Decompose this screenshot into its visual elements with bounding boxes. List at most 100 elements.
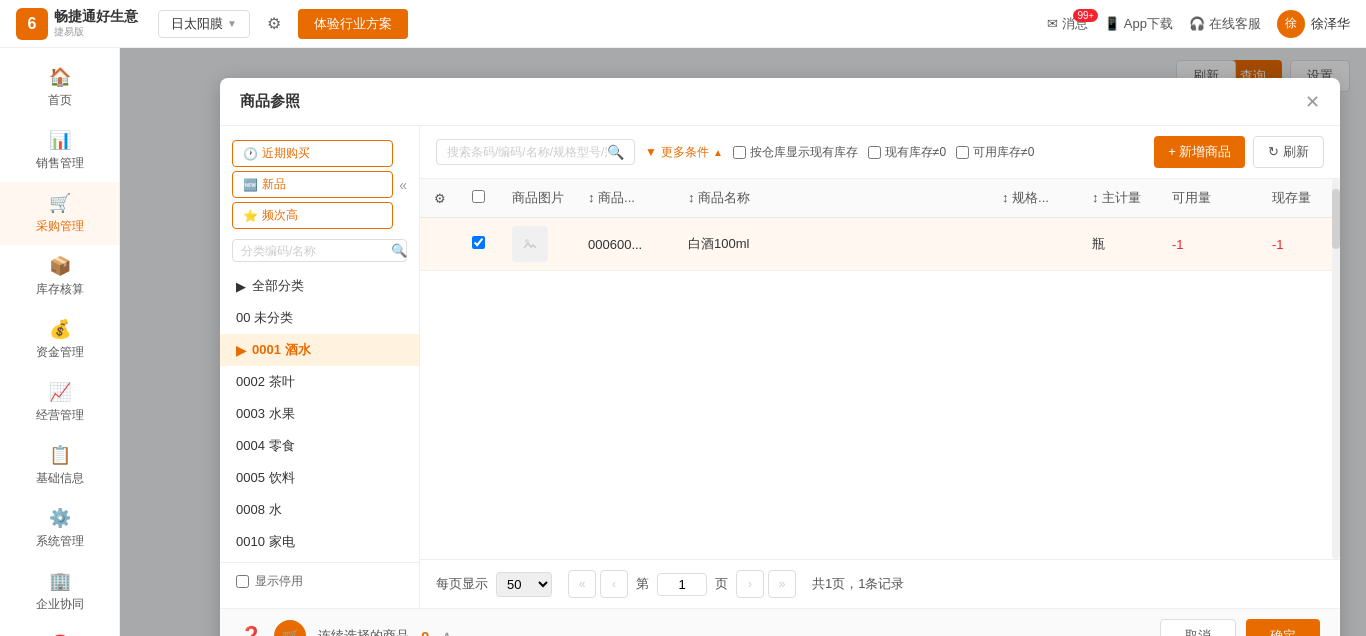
recent-purchase-label: 近期购买	[262, 145, 310, 162]
warehouse-filter-label: 按仓库显示现有库存	[750, 144, 858, 161]
tree-item-0005[interactable]: 0005 饮料	[220, 462, 419, 494]
row-checkbox[interactable]	[472, 236, 485, 249]
show-disabled-checkbox[interactable]	[236, 575, 249, 588]
recent-purchase-btn[interactable]: 🕐 近期购买	[232, 140, 393, 167]
tree-label-0001: 0001 酒水	[252, 341, 311, 359]
sidebar-item-enterprise[interactable]: 🏢 企业协同	[0, 560, 119, 623]
first-page-btn[interactable]: «	[568, 570, 596, 598]
star-icon: ⭐	[243, 209, 258, 223]
filter-chevron-icon: ▲	[713, 147, 723, 158]
next-page-btn[interactable]: ›	[736, 570, 764, 598]
message-icon: ✉	[1047, 16, 1058, 31]
available-filter-item[interactable]: 现有库存≠0	[868, 144, 946, 161]
table-row[interactable]: 000600... 白酒100ml 瓶 -1 -1	[420, 218, 1340, 271]
table-scrollbar[interactable]	[1332, 179, 1340, 559]
tree-label-0008: 0008 水	[236, 501, 282, 519]
online-service-label: 在线客服	[1209, 15, 1261, 33]
page-label-text: 第	[636, 575, 649, 593]
col-unit-header[interactable]: ↕ 主计量	[1080, 179, 1160, 218]
category-search-box[interactable]: 🔍	[232, 239, 407, 262]
row-checkbox-cell[interactable]	[460, 218, 500, 271]
tree-item-0010[interactable]: 0010 家电	[220, 526, 419, 558]
sidebar-item-inventory[interactable]: 📦 库存核算	[0, 245, 119, 308]
page-number-input[interactable]	[657, 573, 707, 596]
page-navigation: « ‹ 第 页 › »	[568, 570, 796, 598]
add-product-btn[interactable]: + 新增商品	[1154, 136, 1245, 168]
last-page-btn[interactable]: »	[768, 570, 796, 598]
footer-left: ❓ 🛒 连续选择的商品 0 ∧	[240, 620, 453, 636]
scrollbar-thumb	[1332, 189, 1340, 249]
filter-icon: ▼	[645, 145, 657, 159]
col-stock-header: 现存量	[1260, 179, 1340, 218]
new-product-btn[interactable]: 🆕 新品	[232, 171, 393, 198]
app-name: 畅捷通好生意	[54, 8, 138, 25]
footer-collapse-icon[interactable]: ∧	[441, 627, 453, 637]
sidebar-item-finance[interactable]: 💰 资金管理	[0, 308, 119, 371]
warehouse-filter-item[interactable]: 按仓库显示现有库存	[733, 144, 858, 161]
product-search-box[interactable]: 🔍	[436, 139, 635, 165]
col-settings[interactable]: ⚙	[420, 179, 460, 218]
sidebar-item-home[interactable]: 🏠 首页	[0, 56, 119, 119]
sidebar: 🏠 首页 📊 销售管理 🛒 采购管理 📦 库存核算 💰 资金管理 📈 经营管理 …	[0, 48, 120, 636]
col-spec-label: ↕ 规格...	[1002, 190, 1049, 205]
trial-button[interactable]: 体验行业方案	[298, 9, 408, 39]
topbar: 6 畅捷通好生意 捷易版 日太阳膜 ▼ ⚙ 体验行业方案 ✉ 消息 99+ 📱 …	[0, 0, 1366, 48]
select-all-checkbox[interactable]	[472, 190, 485, 203]
sidebar-item-purchase[interactable]: 🛒 采购管理	[0, 182, 119, 245]
toolbar-right-actions: + 新增商品 ↻ 刷新	[1154, 136, 1324, 168]
per-page-select[interactable]: 50 10 20 100	[496, 572, 552, 597]
show-disabled-label[interactable]: 显示停用	[255, 573, 303, 590]
sidebar-item-sales[interactable]: 📊 销售管理	[0, 119, 119, 182]
tree-item-all[interactable]: ▶ 全部分类	[220, 270, 419, 302]
available-filter-checkbox[interactable]	[868, 146, 881, 159]
col-spec-header[interactable]: ↕ 规格...	[990, 179, 1080, 218]
sidebar-item-guide[interactable]: 🎯 新手引导	[0, 623, 119, 636]
product-search-input[interactable]	[447, 145, 607, 159]
store-selector[interactable]: 日太阳膜 ▼	[158, 10, 250, 38]
refresh-btn[interactable]: ↻ 刷新	[1253, 136, 1324, 168]
sidebar-item-system[interactable]: ⚙️ 系统管理	[0, 497, 119, 560]
cart-button[interactable]: 🛒	[274, 620, 306, 636]
tree-item-0001[interactable]: ▶ 0001 酒水	[220, 334, 419, 366]
confirm-button[interactable]: 确定	[1246, 619, 1320, 636]
messages-btn[interactable]: ✉ 消息 99+	[1047, 15, 1088, 33]
user-area[interactable]: 徐 徐泽华	[1277, 10, 1350, 38]
usable-filter-item[interactable]: 可用库存≠0	[956, 144, 1034, 161]
sidebar-label-sales: 销售管理	[36, 155, 84, 172]
settings-icon[interactable]: ⚙	[258, 8, 290, 40]
tree-item-0002[interactable]: 0002 茶叶	[220, 366, 419, 398]
product-search-icon[interactable]: 🔍	[607, 144, 624, 160]
category-search-icon[interactable]: 🔍	[391, 243, 407, 258]
tree-item-0004[interactable]: 0004 零食	[220, 430, 419, 462]
usable-filter-checkbox[interactable]	[956, 146, 969, 159]
app-download-btn[interactable]: 📱 App下载	[1104, 15, 1173, 33]
warehouse-filter-checkbox[interactable]	[733, 146, 746, 159]
basic-icon: 📋	[49, 444, 71, 466]
sidebar-label-purchase: 采购管理	[36, 218, 84, 235]
row-code: 000600...	[576, 218, 676, 271]
col-code-header[interactable]: ↕ 商品...	[576, 179, 676, 218]
help-icon[interactable]: ❓	[240, 625, 262, 636]
sidebar-label-basic: 基础信息	[36, 470, 84, 487]
more-filter-btn[interactable]: ▼ 更多条件 ▲	[645, 144, 723, 161]
topbar-right: ✉ 消息 99+ 📱 App下载 🎧 在线客服 徐 徐泽华	[1047, 10, 1350, 38]
frequent-btn[interactable]: ⭐ 频次高	[232, 202, 393, 229]
prev-page-btn[interactable]: ‹	[600, 570, 628, 598]
cancel-button[interactable]: 取消	[1160, 619, 1236, 636]
modal-footer: ❓ 🛒 连续选择的商品 0 ∧ 取消 确定	[220, 608, 1340, 636]
user-name: 徐泽华	[1311, 15, 1350, 33]
modal-header: 商品参照 ✕	[220, 78, 1340, 126]
online-service-btn[interactable]: 🎧 在线客服	[1189, 15, 1261, 33]
sidebar-item-operation[interactable]: 📈 经营管理	[0, 371, 119, 434]
tree-item-00[interactable]: 00 未分类	[220, 302, 419, 334]
sidebar-item-basic[interactable]: 📋 基础信息	[0, 434, 119, 497]
col-unit-label: ↕ 主计量	[1092, 190, 1141, 205]
col-name-header[interactable]: ↕ 商品名称	[676, 179, 990, 218]
col-select-all[interactable]	[460, 179, 500, 218]
collapse-panel-btn[interactable]: «	[399, 177, 407, 193]
inventory-icon: 📦	[49, 255, 71, 277]
modal-close-button[interactable]: ✕	[1305, 93, 1320, 111]
tree-item-0008[interactable]: 0008 水	[220, 494, 419, 526]
category-search-input[interactable]	[241, 244, 391, 258]
tree-item-0003[interactable]: 0003 水果	[220, 398, 419, 430]
